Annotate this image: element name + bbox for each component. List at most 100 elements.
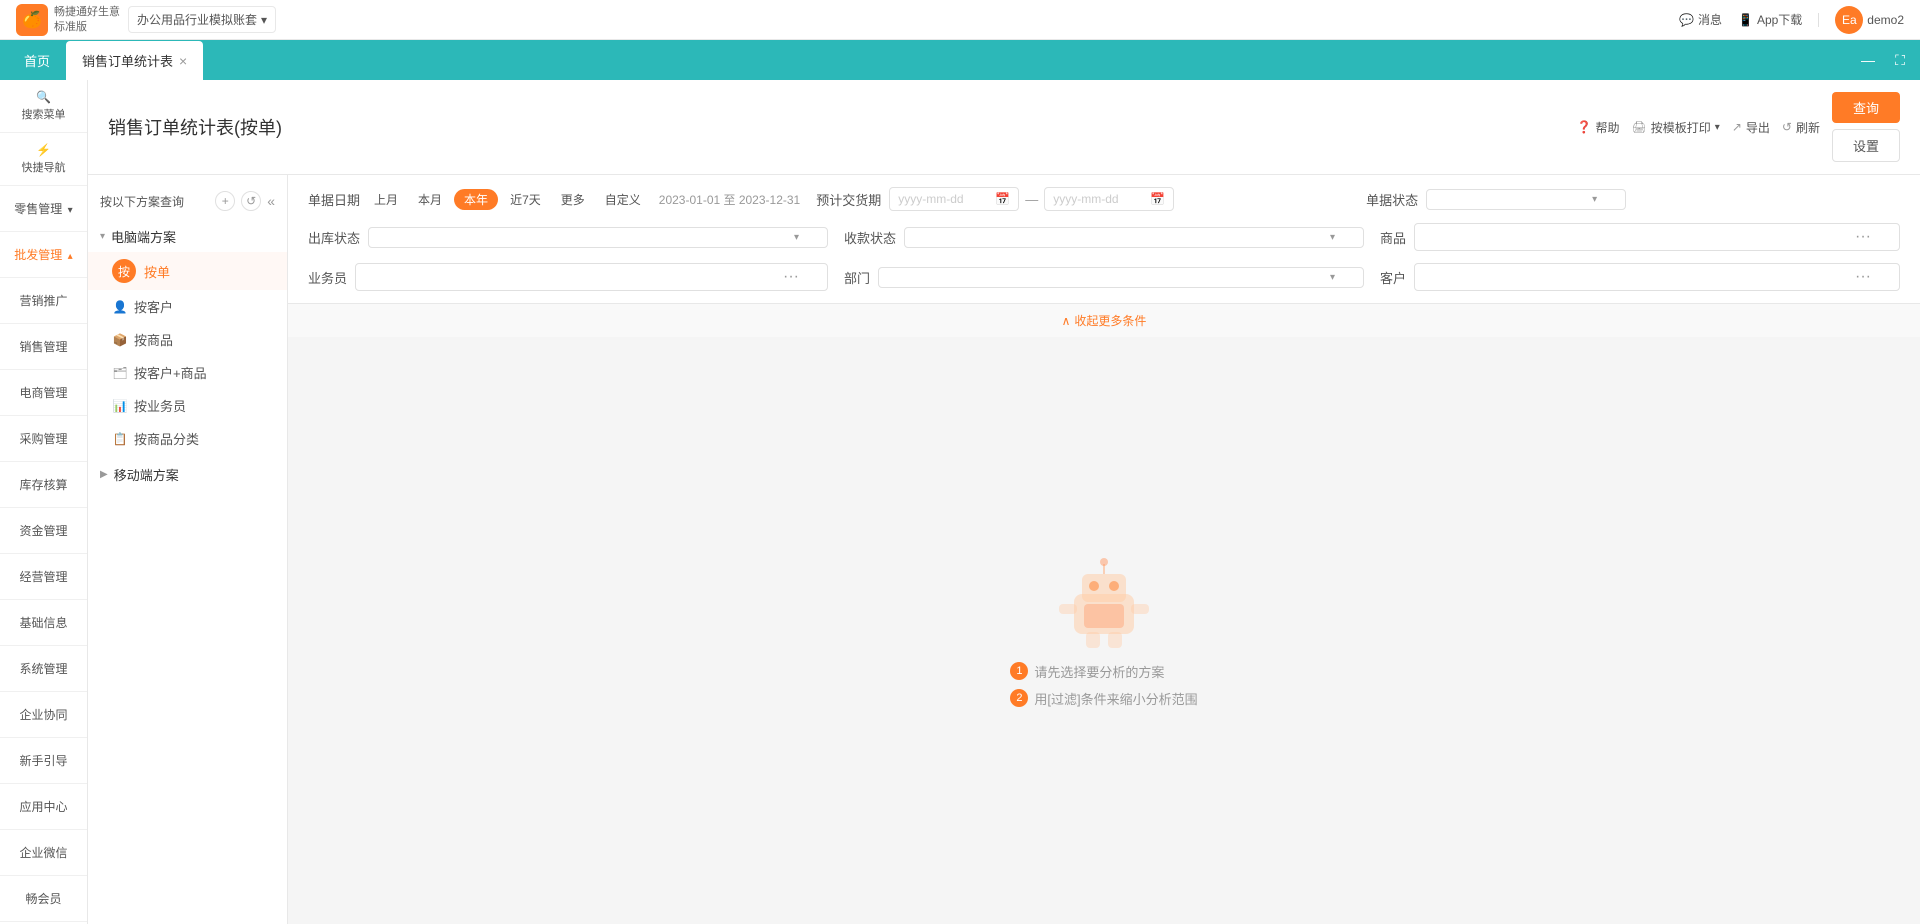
customer-ellipsis-icon[interactable]: ···: [1855, 268, 1871, 286]
sidebar-item-app[interactable]: 应用中心: [0, 784, 87, 830]
date-label: 单据日期: [308, 190, 360, 209]
tip-1-text: 请先选择要分析的方案: [1034, 662, 1164, 681]
app-download-action[interactable]: 📱 App下载: [1738, 11, 1802, 28]
scheme-item-by-salesperson[interactable]: 📊 按业务员: [88, 389, 287, 422]
filter-section: 单据日期 上月 本月 本年 近7天 更多 自定义 2023-01-01 至 20…: [288, 175, 1920, 337]
sidebar-item-system[interactable]: 系统管理: [0, 646, 87, 692]
sidebar-item-basic[interactable]: 基础信息: [0, 600, 87, 646]
empty-icon: [1044, 554, 1164, 654]
sidebar-item-wholesale[interactable]: 批发管理 ▴: [0, 232, 87, 278]
by-salesperson-icon: 📊: [112, 398, 128, 414]
scheme-add-btn[interactable]: +: [215, 191, 235, 211]
pc-group-label: 电脑端方案: [111, 227, 176, 246]
expected-date-end-placeholder: yyyy-mm-dd: [1053, 192, 1118, 206]
sidebar-item-inventory[interactable]: 库存核算: [0, 462, 87, 508]
customer-select[interactable]: ···: [1414, 263, 1900, 291]
mobile-group-label: 移动端方案: [114, 465, 179, 484]
receive-status-select[interactable]: ▾: [904, 227, 1364, 248]
date-tab-this-month[interactable]: 本月: [410, 189, 450, 210]
filter-receive-status-group: 收款状态 ▾: [844, 227, 1364, 248]
search-button[interactable]: 查询: [1832, 92, 1900, 123]
sidebar-item-operations[interactable]: 经营管理: [0, 554, 87, 600]
sidebar-item-newbie[interactable]: 新手引导: [0, 738, 87, 784]
company-selector[interactable]: 办公用品行业模拟账套 ▾: [128, 6, 276, 33]
scheme-item-by-order[interactable]: 按 按单: [88, 252, 287, 290]
tab-close-icon[interactable]: ×: [179, 53, 187, 69]
doc-status-select[interactable]: ▾: [1426, 189, 1626, 210]
print-action[interactable]: 🖨 按模板打印 ▾: [1632, 119, 1720, 136]
empty-tip-2: 2 用[过滤]条件来缩小分析范围: [1010, 689, 1197, 708]
export-action[interactable]: ↗ 导出: [1732, 119, 1770, 136]
expected-date-start[interactable]: yyyy-mm-dd 📅: [889, 187, 1019, 211]
filter-row-3: 业务员 ··· 部门 ▾: [308, 263, 1900, 291]
tab-active[interactable]: 销售订单统计表 ×: [66, 41, 203, 81]
tab-bar-right: — ⛶: [1856, 48, 1920, 72]
sidebar: 🔍 搜索菜单 ⚡ 快捷导航 零售管理 ▾ 批发管理 ▴ 营销推广 销售管理 电商…: [0, 80, 88, 924]
tab-minimize-btn[interactable]: —: [1856, 48, 1880, 72]
filter-expected-date-group: 预计交货期 yyyy-mm-dd 📅 — yyyy-mm-dd: [816, 187, 1350, 211]
date-tab-7days[interactable]: 近7天: [502, 189, 549, 210]
expected-date-end[interactable]: yyyy-mm-dd 📅: [1044, 187, 1174, 211]
receive-status-label: 收款状态: [844, 228, 896, 247]
date-tab-this-year[interactable]: 本年: [454, 189, 498, 210]
goods-select[interactable]: ···: [1414, 223, 1900, 251]
salesperson-ellipsis-icon[interactable]: ···: [783, 268, 799, 286]
doc-status-label: 单据状态: [1366, 190, 1418, 209]
divider: [1818, 13, 1819, 27]
sidebar-item-retail[interactable]: 零售管理 ▾: [0, 186, 87, 232]
scheme-item-by-category[interactable]: 📋 按商品分类: [88, 422, 287, 455]
sidebar-item-purchase[interactable]: 采购管理: [0, 416, 87, 462]
collapse-bar[interactable]: ∧ 收起更多条件: [288, 303, 1920, 337]
logo-text: 畅捷通好生意 标准版: [54, 5, 120, 34]
sidebar-item-wechat[interactable]: 企业微信: [0, 830, 87, 876]
scheme-refresh-btn[interactable]: ↺: [241, 191, 261, 211]
scheme-group-pc-header[interactable]: ▾ 电脑端方案: [88, 221, 287, 252]
sidebar-item-enterprise[interactable]: 企业协同: [0, 692, 87, 738]
sidebar-nav[interactable]: ⚡ 快捷导航: [0, 133, 87, 186]
scheme-collapse-btn[interactable]: «: [267, 193, 275, 209]
date-tab-more[interactable]: 更多: [553, 189, 593, 210]
page-title: 销售订单统计表(按单): [108, 114, 282, 140]
sidebar-item-finance[interactable]: 资金管理: [0, 508, 87, 554]
sidebar-item-ecommerce[interactable]: 电商管理: [0, 370, 87, 416]
sidebar-item-sales[interactable]: 销售管理: [0, 324, 87, 370]
dept-select[interactable]: ▾: [878, 267, 1364, 288]
scheme-item-by-customer[interactable]: 👤 按客户: [88, 290, 287, 323]
out-status-select[interactable]: ▾: [368, 227, 828, 248]
scheme-group-pc: ▾ 电脑端方案 按 按单 👤 按客户 📦: [88, 221, 287, 455]
sidebar-item-marketing[interactable]: 营销推广: [0, 278, 87, 324]
sidebar-search[interactable]: 🔍 搜索菜单: [0, 80, 87, 133]
scheme-group-mobile-header[interactable]: ▶ 移动端方案: [88, 459, 287, 490]
goods-ellipsis-icon[interactable]: ···: [1855, 228, 1871, 246]
scheme-item-by-customer-goods[interactable]: 🗂 按客户+商品: [88, 356, 287, 389]
page-header: 销售订单统计表(按单) ❓ 帮助 🖨 按模板打印 ▾ ↗ 导出 ↺ 刷新: [88, 80, 1920, 175]
mobile-group-arrow-icon: ▶: [100, 469, 108, 480]
salesperson-select[interactable]: ···: [355, 263, 828, 291]
tab-bar: 首页 销售订单统计表 × — ⛶: [0, 40, 1920, 80]
out-status-label: 出库状态: [308, 228, 360, 247]
date-tab-custom[interactable]: 自定义: [597, 189, 649, 210]
scheme-item-by-goods[interactable]: 📦 按商品: [88, 323, 287, 356]
scheme-panel: 按以下方案查询 + ↺ « ▾ 电脑端方案 按: [88, 175, 288, 924]
filter-dept-group: 部门 ▾: [844, 267, 1364, 288]
date-tab-last-month[interactable]: 上月: [366, 189, 406, 210]
goods-label: 商品: [1380, 228, 1406, 247]
tab-maximize-btn[interactable]: ⛶: [1888, 48, 1912, 72]
refresh-icon: ↺: [1782, 120, 1792, 134]
date-dash: —: [1025, 192, 1038, 207]
tab-home[interactable]: 首页: [8, 40, 66, 80]
setting-button[interactable]: 设置: [1832, 129, 1900, 162]
filter-date-group: 单据日期 上月 本月 本年 近7天 更多 自定义 2023-01-01 至 20…: [308, 189, 800, 210]
by-customer-icon: 👤: [112, 299, 128, 315]
user-action[interactable]: Ea demo2: [1835, 6, 1904, 34]
collapse-label: 收起更多条件: [1074, 312, 1146, 329]
dept-arrow-icon: ▾: [1330, 272, 1335, 283]
refresh-action[interactable]: ↺ 刷新: [1782, 119, 1820, 136]
scheme-panel-title: 按以下方案查询: [100, 193, 184, 210]
sidebar-item-member[interactable]: 畅会员: [0, 876, 87, 922]
empty-tip-1: 1 请先选择要分析的方案: [1010, 662, 1197, 681]
help-action[interactable]: ❓ 帮助: [1577, 119, 1620, 136]
by-category-icon: 📋: [112, 431, 128, 447]
expected-date-inputs: yyyy-mm-dd 📅 — yyyy-mm-dd 📅: [889, 187, 1174, 211]
message-action[interactable]: 💬 消息: [1679, 11, 1722, 28]
